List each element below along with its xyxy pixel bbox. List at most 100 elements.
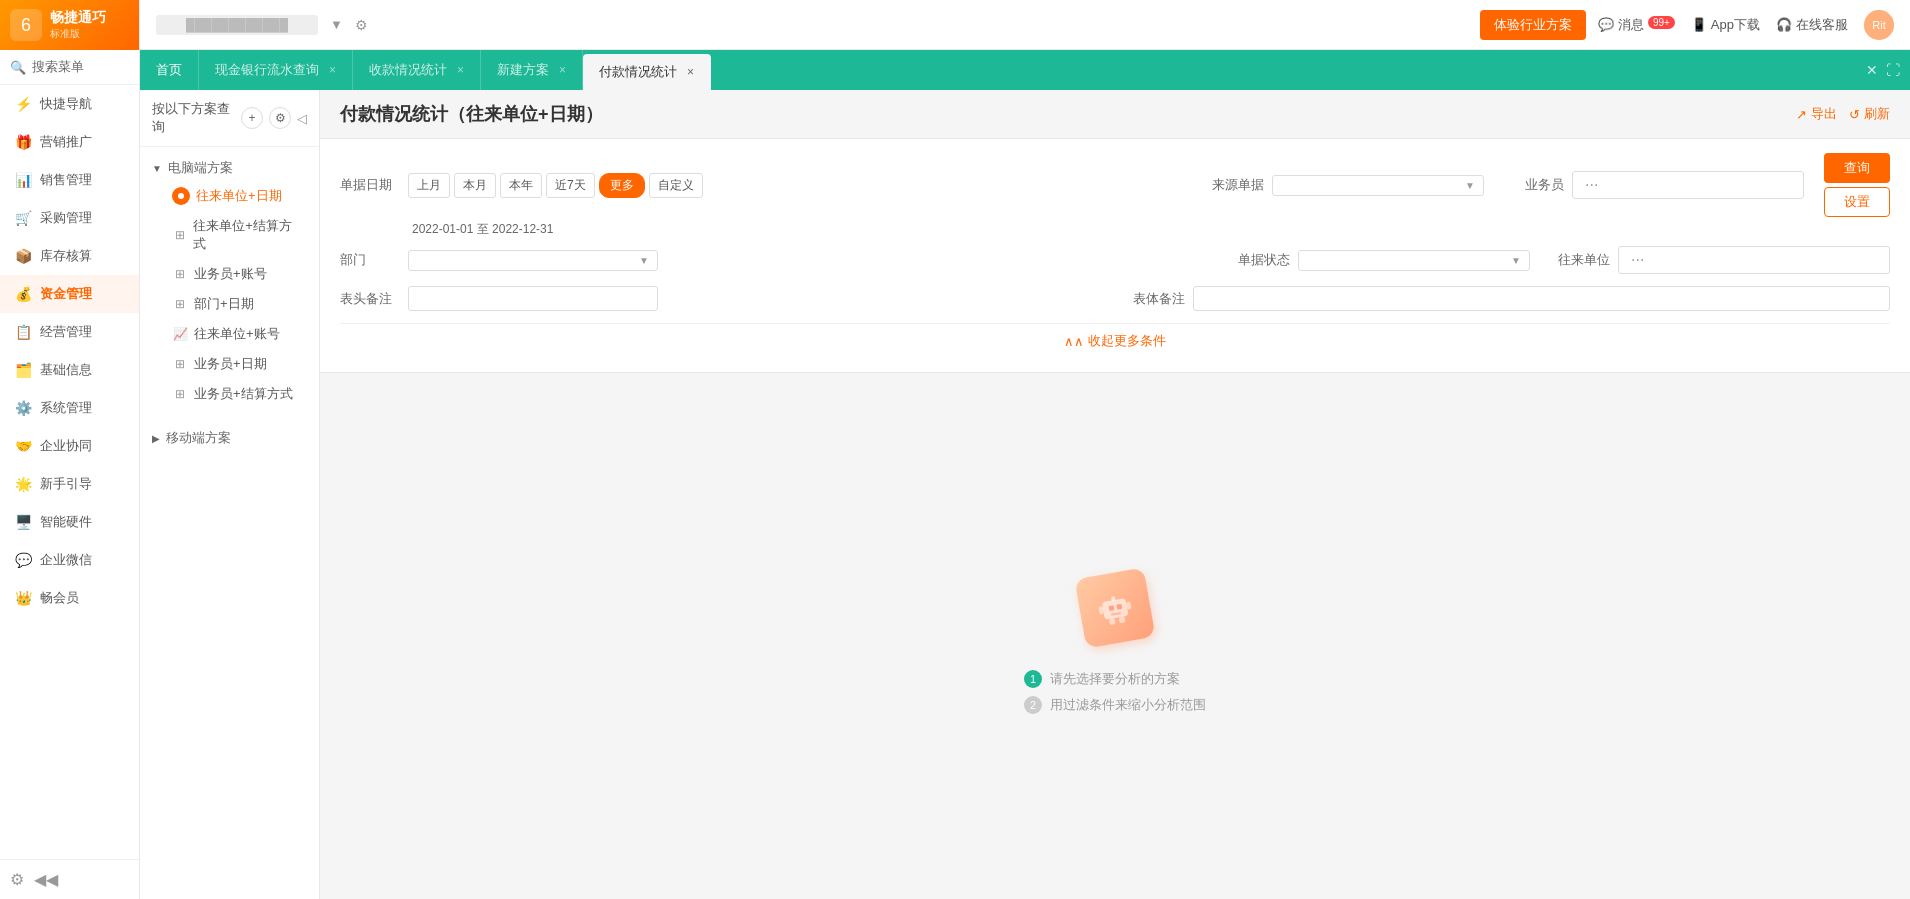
tab-new-scheme[interactable]: 新建方案 × [481, 50, 583, 90]
sidebar-item-purchase[interactable]: 🛒 采购管理 [0, 199, 139, 237]
corp-icon: 🤝 [14, 437, 32, 455]
content-area: 按以下方案查询 + ⚙ ◁ ▼ 电脑端方案 往来单位+日期 [140, 90, 1910, 899]
trial-btn[interactable]: 体验行业方案 [1480, 10, 1586, 40]
svg-rect-8 [1109, 618, 1116, 625]
salesman-select[interactable]: ··· [1572, 171, 1804, 199]
refresh-btn[interactable]: ↺ 刷新 [1849, 105, 1890, 123]
date-btn-this-year[interactable]: 本年 [500, 173, 542, 198]
add-scheme-btn[interactable]: + [241, 107, 263, 129]
marketing-icon: 🎁 [14, 133, 32, 151]
app-download-btn[interactable]: 📱 App下载 [1691, 16, 1760, 34]
sidebar-item-capital[interactable]: 💰 资金管理 [0, 275, 139, 313]
scheme-item-partner-settlement[interactable]: ⊞ 往来单位+结算方式 [152, 211, 307, 259]
scheme-item-staff-date[interactable]: ⊞ 业务员+日期 [152, 349, 307, 379]
sidebar-item-corp[interactable]: 🤝 企业协同 [0, 427, 139, 465]
new-scheme-tab-close[interactable]: × [559, 63, 566, 77]
scheme-item-dept-date[interactable]: ⊞ 部门+日期 [152, 289, 307, 319]
sidebar-item-operation[interactable]: 📋 经营管理 [0, 313, 139, 351]
sidebar-item-system[interactable]: ⚙️ 系统管理 [0, 389, 139, 427]
mobile-group-toggle[interactable]: ▶ 移动端方案 [152, 425, 307, 451]
receipt-stat-tab-close[interactable]: × [457, 63, 464, 77]
search-menu[interactable]: 🔍 搜索菜单 [0, 50, 139, 85]
empty-tips: 1 请先选择要分析的方案 2 用过滤条件来缩小分析范围 [1024, 670, 1206, 714]
desktop-group-toggle[interactable]: ▼ 电脑端方案 [152, 155, 307, 181]
online-service-btn[interactable]: 🎧 在线客服 [1776, 16, 1848, 34]
partner-select[interactable]: ··· [1618, 246, 1890, 274]
svg-rect-1 [1102, 598, 1129, 620]
body-note-input[interactable] [1193, 286, 1890, 311]
head-note-input[interactable] [408, 286, 658, 311]
date-btn-last-month[interactable]: 上月 [408, 173, 450, 198]
tab-cash-flow[interactable]: 现金银行流水查询 × [199, 50, 353, 90]
sidebar-item-wechat[interactable]: 💬 企业微信 [0, 541, 139, 579]
gear-settings-icon[interactable]: ⚙ [355, 17, 368, 33]
mobile-group-label: 移动端方案 [166, 429, 231, 447]
source-select[interactable]: ▼ [1272, 175, 1484, 196]
cash-flow-tab-close[interactable]: × [329, 63, 336, 77]
collapse-more-btn[interactable]: ∧∧ 收起更多条件 [340, 323, 1890, 358]
tabbar-right-controls: ✕ ⛶ [1856, 50, 1910, 90]
dropdown-arrow-icon[interactable]: ▼ [330, 17, 343, 32]
message-icon: 💬 [1598, 17, 1614, 32]
avatar[interactable]: Rit [1864, 10, 1894, 40]
svg-rect-9 [1119, 616, 1126, 623]
filter-row-2: 部门 ▼ 单据状态 ▼ 往来单位 [340, 246, 1890, 274]
scheme-item-staff-settlement[interactable]: ⊞ 业务员+结算方式 [152, 379, 307, 409]
svg-point-0 [178, 193, 184, 199]
mobile-arrow-icon: ▶ [152, 433, 160, 444]
sidebar-item-member[interactable]: 👑 畅会员 [0, 579, 139, 617]
collapse-sidebar-icon[interactable]: ◀◀ [34, 870, 58, 889]
export-btn[interactable]: ↗ 导出 [1796, 105, 1837, 123]
date-btn-7days[interactable]: 近7天 [546, 173, 595, 198]
svg-rect-3 [1116, 604, 1122, 610]
sidebar-item-basic[interactable]: 🗂️ 基础信息 [0, 351, 139, 389]
member-icon: 👑 [14, 589, 32, 607]
scheme-settings-btn[interactable]: ⚙ [269, 107, 291, 129]
sidebar-item-hardware[interactable]: 🖥️ 智能硬件 [0, 503, 139, 541]
guide-icon: 🌟 [14, 475, 32, 493]
dept-label: 部门 [340, 251, 400, 269]
sales-icon: 📊 [14, 171, 32, 189]
close-all-tabs-icon[interactable]: ✕ [1866, 62, 1878, 78]
filter-row-3: 表头备注 表体备注 [340, 286, 1890, 311]
sidebar-item-sales[interactable]: 📊 销售管理 [0, 161, 139, 199]
app-icon: 📱 [1691, 17, 1707, 32]
query-btn[interactable]: 查询 [1824, 153, 1890, 183]
scheme-header: 按以下方案查询 + ⚙ ◁ [140, 90, 319, 147]
scheme-item-partner-date[interactable]: 往来单位+日期 [152, 181, 307, 211]
scheme-item-staff-account[interactable]: ⊞ 业务员+账号 [152, 259, 307, 289]
table-icon-2: ⊞ [172, 266, 188, 282]
dept-select[interactable]: ▼ [408, 250, 658, 271]
date-btn-this-month[interactable]: 本月 [454, 173, 496, 198]
table-icon-4: ⊞ [172, 356, 188, 372]
desktop-group-label: 电脑端方案 [168, 159, 233, 177]
sidebar-item-guide[interactable]: 🌟 新手引导 [0, 465, 139, 503]
body-note-label: 表体备注 [1125, 290, 1185, 308]
date-btn-more[interactable]: 更多 [599, 173, 645, 198]
table-icon-5: ⊞ [172, 386, 188, 402]
tab-payment-stat[interactable]: 付款情况统计 × [583, 54, 711, 90]
scheme-item-partner-account[interactable]: 📈 往来单位+账号 [152, 319, 307, 349]
payment-stat-tab-close[interactable]: × [687, 65, 694, 79]
sidebar-item-inventory[interactable]: 📦 库存核算 [0, 237, 139, 275]
date-btns: 上月 本月 本年 近7天 更多 自定义 [408, 173, 703, 198]
sidebar-item-marketing[interactable]: 🎁 营销推广 [0, 123, 139, 161]
message-btn[interactable]: 💬 消息 99+ [1598, 16, 1675, 34]
filter-area: 单据日期 上月 本月 本年 近7天 更多 自定义 来源单据 [320, 139, 1910, 373]
maximize-icon[interactable]: ⛶ [1886, 62, 1900, 78]
tab-receipt-stat[interactable]: 收款情况统计 × [353, 50, 481, 90]
empty-icon-container [1065, 558, 1165, 658]
salesman-label: 业务员 [1504, 176, 1564, 194]
sidebar-item-quicknav[interactable]: ⚡ 快捷导航 [0, 85, 139, 123]
headset-icon: 🎧 [1776, 17, 1792, 32]
settings-icon[interactable]: ⚙ [10, 870, 24, 889]
set-btn[interactable]: 设置 [1824, 187, 1890, 217]
collapse-panel-icon[interactable]: ◁ [297, 111, 307, 126]
head-note-label: 表头备注 [340, 290, 400, 308]
breadcrumb: ████████████ [156, 18, 318, 32]
tab-home[interactable]: 首页 [140, 50, 199, 90]
date-btn-custom[interactable]: 自定义 [649, 173, 703, 198]
doc-status-select[interactable]: ▼ [1298, 250, 1530, 271]
partner-dots: ··· [1631, 251, 1644, 269]
sidebar-bottom: ⚙ ◀◀ [0, 859, 139, 899]
